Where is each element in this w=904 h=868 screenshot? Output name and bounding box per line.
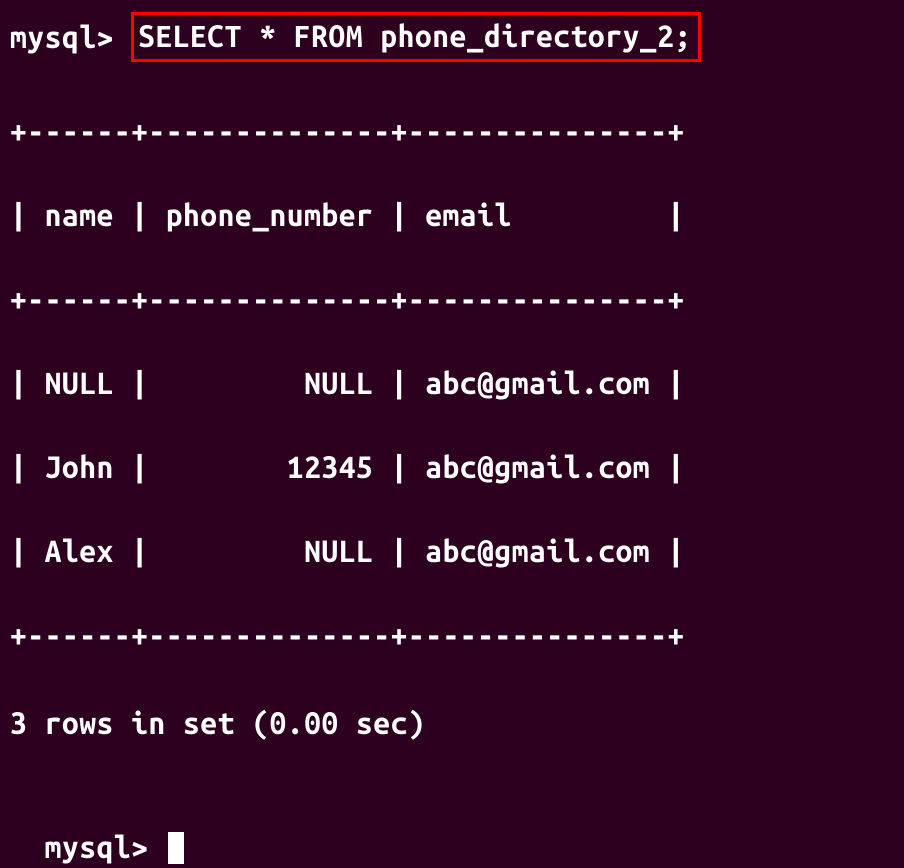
blank-line [10, 744, 894, 784]
table-border: +------+--------------+---------------+ [10, 278, 894, 320]
table-row: | Alex | NULL | abc@gmail.com | [10, 530, 894, 572]
table-row: | NULL | NULL | abc@gmail.com | [10, 362, 894, 404]
mysql-prompt: mysql> [10, 16, 131, 58]
table-row: | John | 12345 | abc@gmail.com | [10, 446, 894, 488]
result-table: +------+--------------+---------------+ … [10, 68, 894, 698]
mysql-prompt: mysql> [45, 830, 166, 864]
table-border: +------+--------------+---------------+ [10, 614, 894, 656]
table-border: +------+--------------+---------------+ [10, 110, 894, 152]
mysql-prompt-ready[interactable]: mysql> [10, 784, 894, 868]
command-line: mysql> SELECT * FROM phone_directory_2; [10, 12, 894, 62]
status-line: 3 rows in set (0.00 sec) [10, 702, 894, 744]
sql-query-highlighted: SELECT * FROM phone_directory_2; [131, 12, 701, 62]
cursor-icon [168, 832, 184, 864]
table-header-row: | name | phone_number | email | [10, 194, 894, 236]
